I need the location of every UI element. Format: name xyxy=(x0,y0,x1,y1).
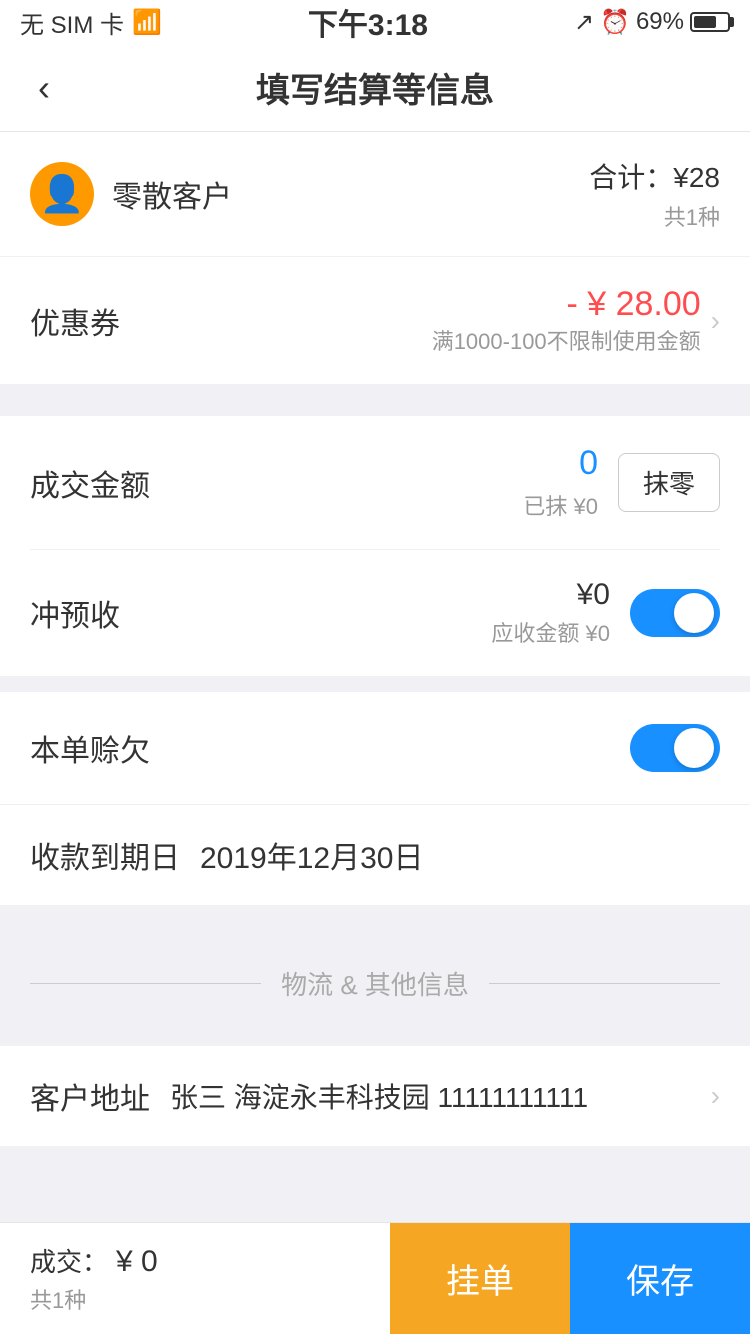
bottom-count: 共1种 xyxy=(30,1283,360,1315)
status-right: ↗ ⏰ 69% xyxy=(574,8,730,37)
divider-1 xyxy=(0,400,750,416)
bottom-deal-row: 成交： ¥ 0 xyxy=(30,1242,360,1279)
page-title: 填写结算等信息 xyxy=(256,63,494,112)
address-value: 张三 海淀永丰科技园 11111111111 xyxy=(170,1076,711,1116)
customer-right: 合计：¥28 共1种 xyxy=(589,156,720,232)
customer-name: 零散客户 xyxy=(112,172,232,216)
total-count: 共1种 xyxy=(589,200,720,232)
coupon-description: 满1000-100不限制使用金额 xyxy=(432,324,701,356)
due-date-value: 2019年12月30日 xyxy=(200,833,423,877)
already-rounded: 已抹 ¥0 xyxy=(523,489,598,521)
status-bar: 无 SIM 卡 📶 下午3:18 ↗ ⏰ 69% xyxy=(0,0,750,44)
coupon-discount: - ¥ 28.00 xyxy=(432,285,701,324)
nav-bar: ‹ 填写结算等信息 xyxy=(0,44,750,132)
status-left: 无 SIM 卡 📶 xyxy=(20,5,162,40)
debit-label: 本单赊欠 xyxy=(30,726,150,770)
total-amount: 合计：¥28 xyxy=(589,156,720,196)
bottom-summary: 成交： ¥ 0 共1种 xyxy=(0,1242,390,1315)
bottom-deal-label: 成交： xyxy=(30,1242,108,1279)
debit-toggle[interactable] xyxy=(630,724,720,772)
logistics-section: 物流 & 其他信息 xyxy=(0,937,750,1030)
charge-amount: ¥0 xyxy=(491,578,610,612)
logistics-line-right xyxy=(489,983,720,984)
amount-input[interactable] xyxy=(518,444,598,483)
amount-right: 已抹 ¥0 抹零 xyxy=(518,444,720,521)
carrier-label: 无 SIM 卡 xyxy=(20,5,124,40)
amount-row: 成交金额 已抹 ¥0 抹零 xyxy=(30,416,720,550)
status-time: 下午3:18 xyxy=(308,0,428,44)
pending-button[interactable]: 挂单 xyxy=(390,1223,570,1334)
alarm-icon: ⏰ xyxy=(600,8,630,37)
logistics-line-left xyxy=(30,983,261,984)
address-label: 客户地址 xyxy=(30,1074,150,1118)
debit-toggle-knob xyxy=(674,728,714,768)
charge-toggle[interactable] xyxy=(630,589,720,637)
due-date-label: 收款到期日 xyxy=(30,833,180,877)
customer-left: 👤 零散客户 xyxy=(30,162,232,226)
divider-3 xyxy=(0,921,750,937)
avatar-icon: 👤 xyxy=(40,173,85,215)
battery-icon xyxy=(690,12,730,32)
charge-right: ¥0 应收金额 ¥0 xyxy=(491,578,610,648)
debit-row: 本单赊欠 xyxy=(0,692,750,804)
amount-value-area: 已抹 ¥0 xyxy=(518,444,598,521)
content: 👤 零散客户 合计：¥28 共1种 优惠券 - ¥ 28.00 满1000-10… xyxy=(0,132,750,1266)
location-icon: ↗ xyxy=(574,8,594,37)
customer-row: 👤 零散客户 合计：¥28 共1种 xyxy=(0,132,750,256)
chevron-right-icon: › xyxy=(711,305,720,337)
bottom-bar: 成交： ¥ 0 共1种 挂单 保存 xyxy=(0,1222,750,1334)
wifi-icon: 📶 xyxy=(132,8,162,37)
logistics-label: 物流 & 其他信息 xyxy=(261,965,489,1002)
charge-label: 冲预收 xyxy=(30,591,120,635)
charge-row: 冲预收 ¥0 应收金额 ¥0 xyxy=(30,550,720,676)
address-chevron-icon: › xyxy=(711,1080,720,1112)
coupon-label: 优惠券 xyxy=(30,299,120,343)
save-button[interactable]: 保存 xyxy=(570,1223,750,1334)
back-button[interactable]: ‹ xyxy=(28,57,60,119)
address-row[interactable]: 客户地址 张三 海淀永丰科技园 11111111111 › xyxy=(0,1046,750,1146)
battery-label: 69% xyxy=(636,8,684,36)
divider-2 xyxy=(0,676,750,692)
round-zero-button[interactable]: 抹零 xyxy=(618,453,720,512)
coupon-right: - ¥ 28.00 满1000-100不限制使用金额 › xyxy=(432,285,720,356)
toggle-knob xyxy=(674,593,714,633)
coupon-row[interactable]: 优惠券 - ¥ 28.00 满1000-100不限制使用金额 › xyxy=(0,256,750,384)
due-date-row: 收款到期日 2019年12月30日 xyxy=(0,804,750,905)
transaction-section: 成交金额 已抹 ¥0 抹零 冲预收 ¥0 应收金额 ¥0 xyxy=(0,416,750,676)
debit-section: 本单赊欠 收款到期日 2019年12月30日 xyxy=(0,692,750,905)
bottom-deal-amount: ¥ 0 xyxy=(116,1245,158,1279)
customer-section: 👤 零散客户 合计：¥28 共1种 优惠券 - ¥ 28.00 满1000-10… xyxy=(0,132,750,384)
charge-right-area: ¥0 应收金额 ¥0 xyxy=(491,578,720,648)
receivable-amount: 应收金额 ¥0 xyxy=(491,616,610,648)
avatar: 👤 xyxy=(30,162,94,226)
amount-label: 成交金额 xyxy=(30,461,150,505)
